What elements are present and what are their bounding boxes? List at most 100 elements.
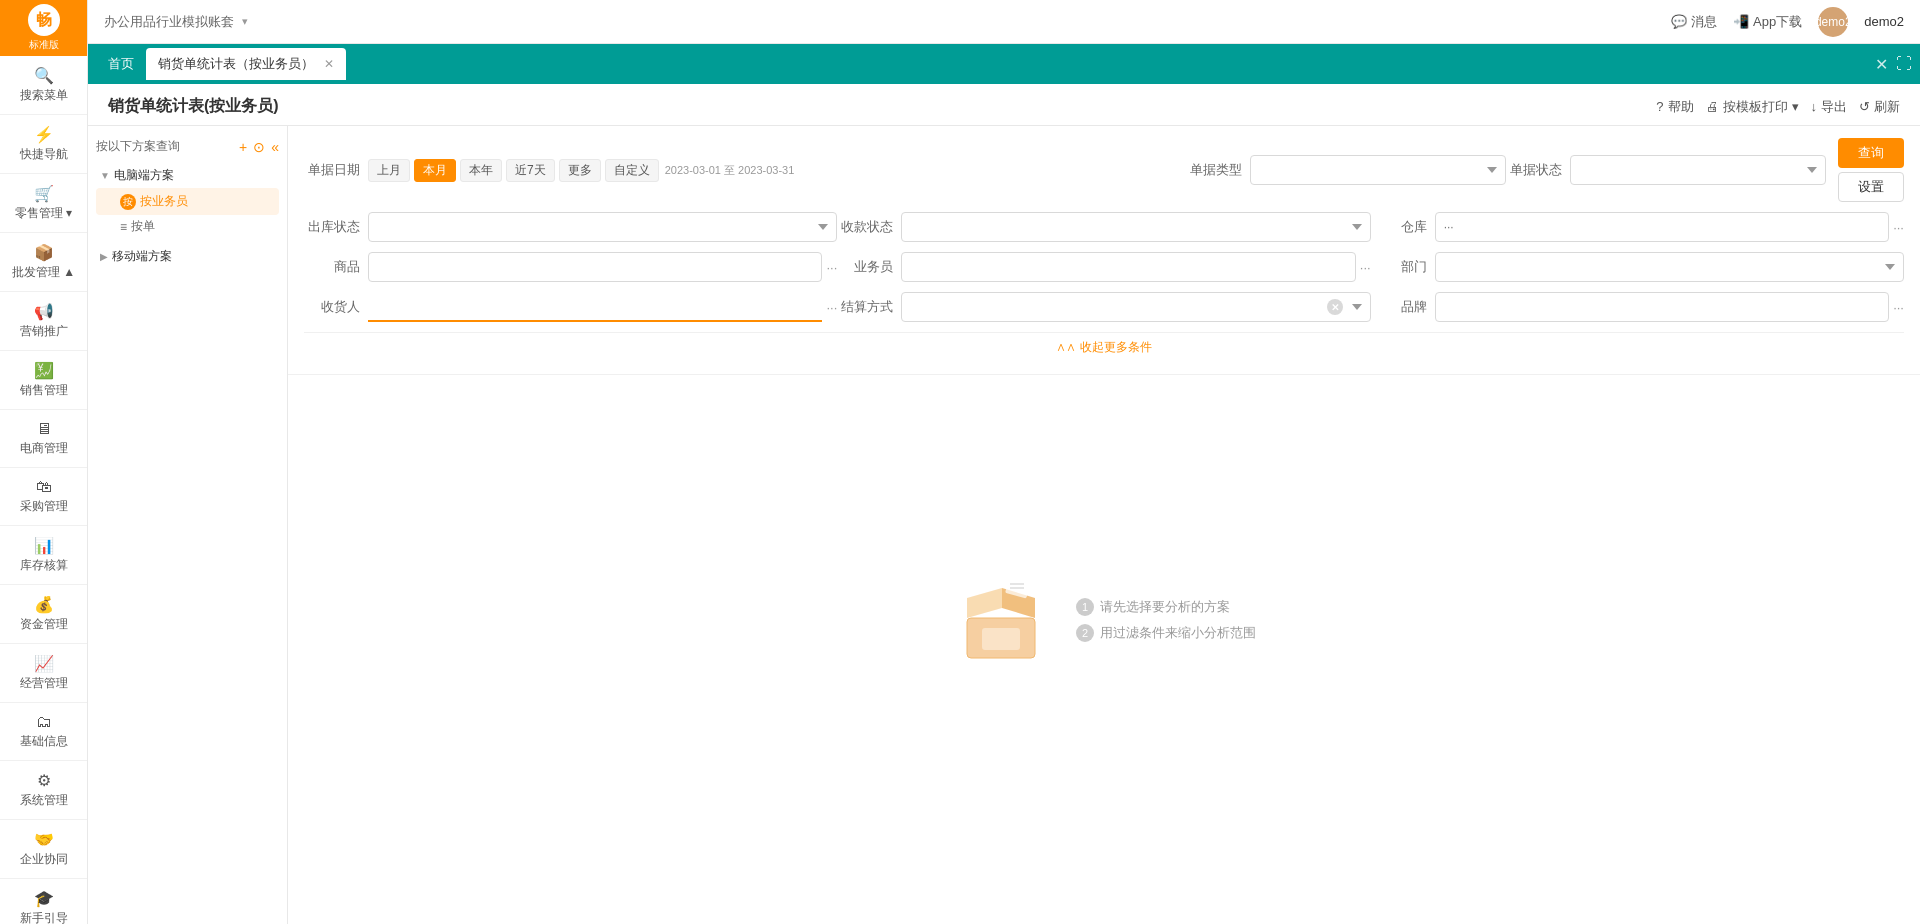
content-area: 按以下方案查询 + ⊙ « ▼ 电脑端方案 按 按业务员 — [88, 126, 1920, 924]
avatar[interactable]: demo2 — [1818, 7, 1848, 37]
template-print-button[interactable]: 🖨 按模板打印 ▾ — [1706, 98, 1799, 116]
collapse-label: 收起更多条件 — [1080, 340, 1152, 354]
tab-close-window-icon[interactable]: ✕ — [1875, 55, 1888, 74]
refresh-button[interactable]: ↺ 刷新 — [1859, 98, 1900, 116]
sidebar-item-retail[interactable]: 🛒 零售管理 ▾ — [0, 174, 87, 233]
settlement-select[interactable] — [901, 292, 1370, 322]
filter-date: 单据日期 上月 本月 本年 近7天 更多 自定义 20 — [304, 159, 1186, 182]
help-button[interactable]: ? 帮助 — [1656, 98, 1693, 116]
consignee-label: 收货人 — [304, 298, 368, 316]
receipt-status-select[interactable] — [901, 212, 1370, 242]
export-label: 导出 — [1821, 98, 1847, 116]
sidebar-item-shortcut[interactable]: ⚡ 快捷导航 — [0, 115, 87, 174]
settlement-label: 结算方式 — [837, 298, 901, 316]
consignee-dots-icon[interactable]: ··· — [826, 300, 837, 315]
filter-row-2: 出库状态 收款状态 仓库 — [304, 212, 1904, 242]
date-tab-thismonth[interactable]: 本月 — [414, 159, 456, 182]
settlement-clear-button[interactable]: ✕ — [1327, 299, 1343, 315]
tabbar-right: ✕ ⛶ — [1875, 55, 1912, 74]
app-download-button[interactable]: 📲 App下载 — [1733, 13, 1802, 31]
date-tab-more[interactable]: 更多 — [559, 159, 601, 182]
brand-dots-icon[interactable]: ··· — [1893, 300, 1904, 315]
message-icon: 💬 — [1671, 14, 1687, 29]
brand-input[interactable] — [1435, 292, 1889, 322]
tab-sales-stat[interactable]: 销货单统计表（按业务员） ✕ — [146, 48, 346, 80]
doc-status-select[interactable] — [1570, 155, 1826, 185]
date-tab-thisyear[interactable]: 本年 — [460, 159, 502, 182]
enterprise-icon: 🤝 — [4, 830, 83, 849]
add-scheme-icon[interactable]: + — [239, 139, 247, 155]
sidebar-item-guide[interactable]: 🎓 新手引导 — [0, 879, 87, 924]
tip2-text: 用过滤条件来缩小分析范围 — [1100, 624, 1256, 642]
topbar-right: 💬 消息 📲 App下载 demo2 demo2 — [1671, 7, 1904, 37]
home-tab-label: 首页 — [108, 55, 134, 73]
scheme-by-order-label: 按单 — [131, 218, 155, 235]
scheme-group-pc-title[interactable]: ▼ 电脑端方案 — [96, 163, 279, 188]
setting-button[interactable]: 设置 — [1838, 172, 1904, 202]
scheme-group-mobile: ▶ 移动端方案 — [96, 244, 279, 269]
breadcrumb-dropdown[interactable]: ▾ — [242, 15, 248, 28]
tip2-num: 2 — [1076, 624, 1094, 642]
export-button[interactable]: ↓ 导出 — [1811, 98, 1848, 116]
date-tab-custom[interactable]: 自定义 — [605, 159, 659, 182]
sidebar-item-sales[interactable]: 💹 销售管理 — [0, 351, 87, 410]
sidebar-item-purchase[interactable]: 🛍 采购管理 — [0, 468, 87, 526]
page-actions: ? 帮助 🖨 按模板打印 ▾ ↓ 导出 ↺ 刷新 — [1656, 98, 1900, 116]
sidebar-item-wholesale[interactable]: 📦 批发管理 ▲ — [0, 233, 87, 292]
sidebar-item-marketing[interactable]: 📢 营销推广 — [0, 292, 87, 351]
sidebar-item-finance[interactable]: 💰 资金管理 — [0, 585, 87, 644]
operation-icon: 📈 — [4, 654, 83, 673]
filter-settlement: 结算方式 ✕ — [837, 292, 1370, 322]
scheme-item-by-order[interactable]: ≡ 按单 — [96, 215, 279, 238]
receipt-status-label: 收款状态 — [837, 218, 901, 236]
sidebar-item-basic[interactable]: 🗂 基础信息 — [0, 703, 87, 761]
sidebar-item-enterprise[interactable]: 🤝 企业协同 — [0, 820, 87, 879]
filter-brand: 品牌 ··· — [1371, 292, 1904, 322]
doc-type-select[interactable] — [1250, 155, 1506, 185]
scheme-group-mobile-title[interactable]: ▶ 移动端方案 — [96, 244, 279, 269]
app-name: 标准版 — [29, 38, 59, 52]
wholesale-icon: 📦 — [4, 243, 83, 262]
warehouse-dots-icon[interactable]: ··· — [1893, 220, 1904, 235]
salesperson-input[interactable] — [901, 252, 1355, 282]
sidebar-item-system[interactable]: ⚙ 系统管理 — [0, 761, 87, 820]
group-mobile-label: 移动端方案 — [112, 248, 172, 265]
query-button[interactable]: 查询 — [1838, 138, 1904, 168]
warehouse-input[interactable] — [1435, 212, 1889, 242]
date-filter: 上月 本月 本年 近7天 更多 自定义 2023-03-01 至 2023-03… — [368, 159, 1186, 182]
group-arrow-icon: ▼ — [100, 170, 110, 181]
date-tab-lastmonth[interactable]: 上月 — [368, 159, 410, 182]
scheme-by-salesperson-label: 按业务员 — [140, 193, 188, 210]
sidebar-item-inventory[interactable]: 📊 库存核算 — [0, 526, 87, 585]
date-tab-7days[interactable]: 近7天 — [506, 159, 555, 182]
scheme-group-pc: ▼ 电脑端方案 按 按业务员 ≡ 按单 — [96, 163, 279, 238]
tab-maximize-icon[interactable]: ⛶ — [1896, 55, 1912, 74]
svg-marker-1 — [967, 588, 1002, 618]
salesperson-dots-icon[interactable]: ··· — [1360, 260, 1371, 275]
scheme-item-by-salesperson[interactable]: 按 按业务员 — [96, 188, 279, 215]
scheme-query-label: 按以下方案查询 — [96, 138, 180, 155]
filter-salesperson: 业务员 ··· — [837, 252, 1370, 282]
sidebar-item-search[interactable]: 🔍 搜索菜单 — [0, 56, 87, 115]
out-status-select[interactable] — [368, 212, 837, 242]
left-panel-header: 按以下方案查询 + ⊙ « — [96, 138, 279, 155]
message-button[interactable]: 💬 消息 — [1671, 13, 1717, 31]
page-body: 销货单统计表(按业务员) ? 帮助 🖨 按模板打印 ▾ ↓ 导出 ↺ 刷新 — [88, 84, 1920, 924]
collapse-bar[interactable]: ∧∧ 收起更多条件 — [304, 332, 1904, 362]
guide-icon: 🎓 — [4, 889, 83, 908]
edit-scheme-icon[interactable]: ⊙ — [253, 139, 265, 155]
tab-close-icon[interactable]: ✕ — [324, 57, 334, 71]
goods-dots-icon[interactable]: ··· — [826, 260, 837, 275]
warehouse-label: 仓库 — [1371, 218, 1435, 236]
sidebar-item-operation[interactable]: 📈 经营管理 — [0, 644, 87, 703]
template-print-label: 按模板打印 — [1723, 98, 1788, 116]
tab-home[interactable]: 首页 — [96, 48, 146, 80]
sidebar-item-ecommerce[interactable]: 🖥 电商管理 — [0, 410, 87, 468]
ecommerce-icon: 🖥 — [4, 420, 83, 438]
consignee-input[interactable] — [368, 292, 822, 322]
goods-input[interactable] — [368, 252, 822, 282]
help-icon: ? — [1656, 99, 1663, 114]
dept-select[interactable] — [1435, 252, 1904, 282]
out-status-label: 出库状态 — [304, 218, 368, 236]
collapse-panel-icon[interactable]: « — [271, 139, 279, 155]
